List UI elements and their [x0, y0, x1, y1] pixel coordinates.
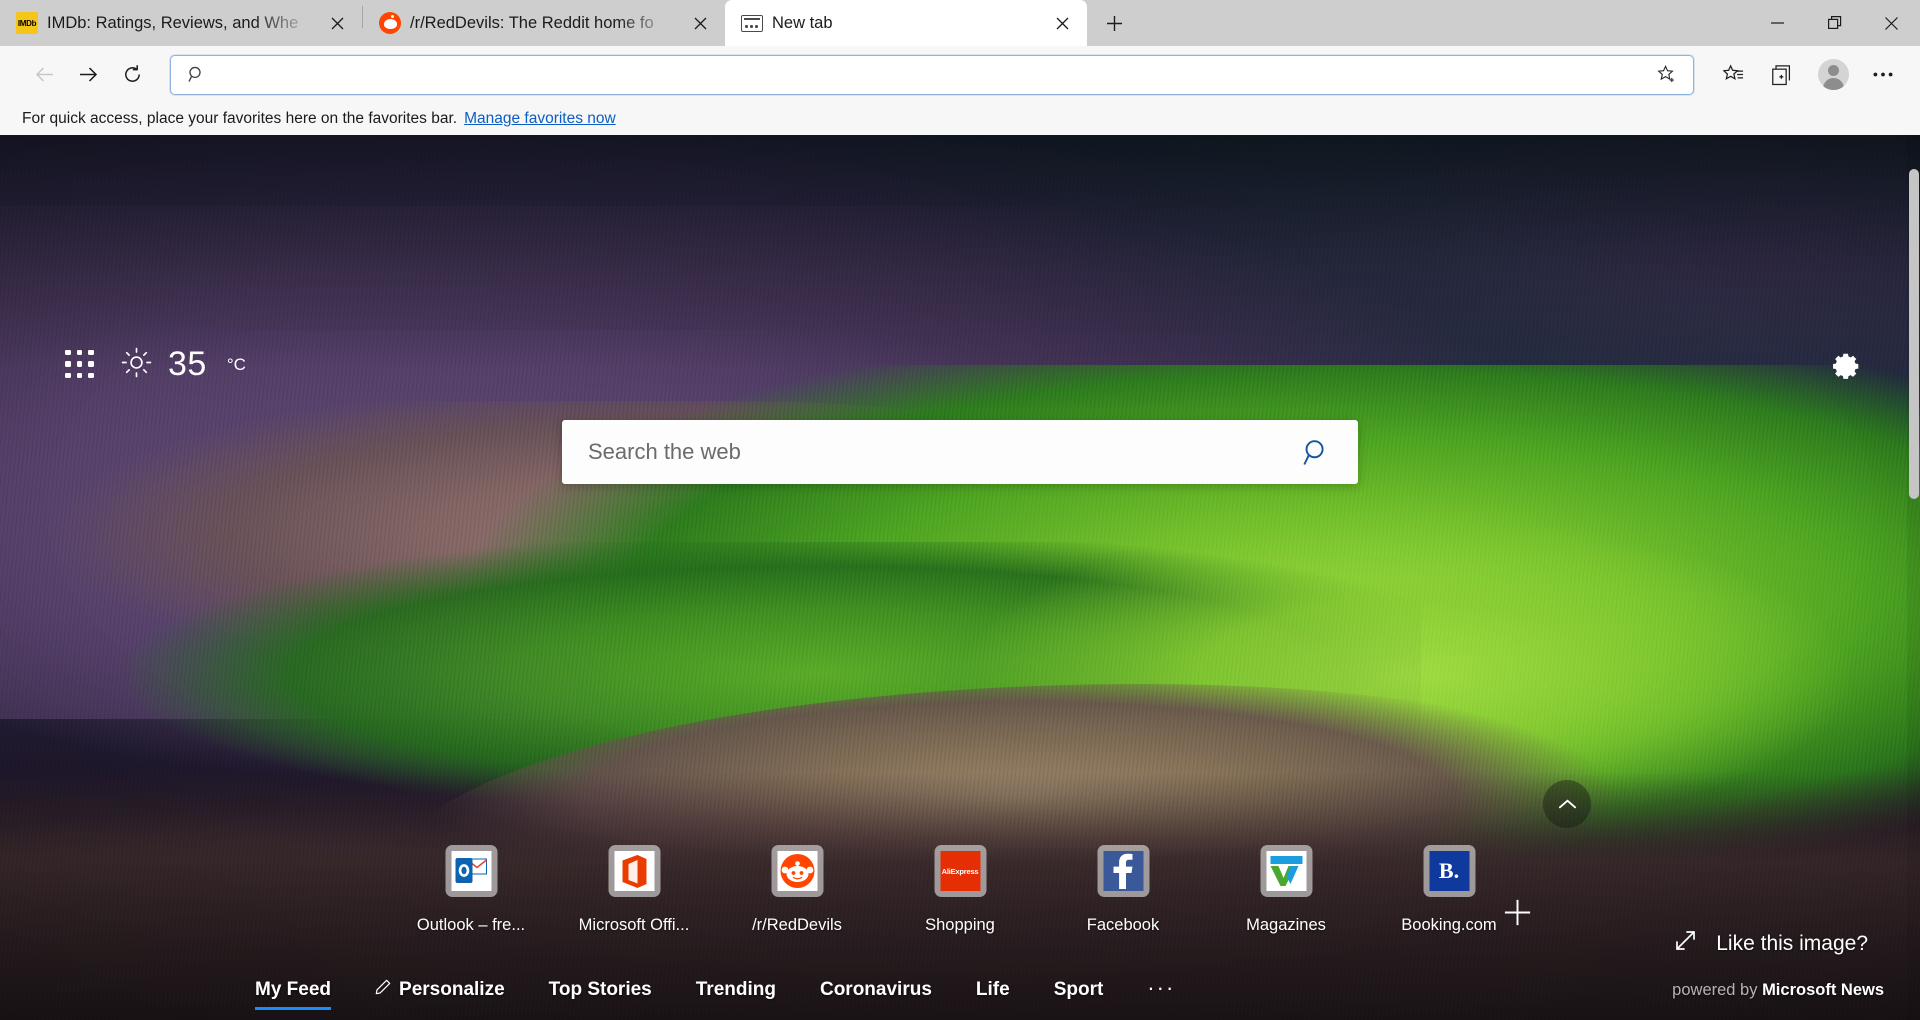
manage-favorites-link[interactable]: Manage favorites now [464, 110, 616, 128]
address-bar[interactable] [170, 54, 1694, 95]
search-icon[interactable] [1294, 430, 1338, 474]
news-tab-label: Top Stories [548, 978, 652, 1000]
web-search-input[interactable] [588, 439, 1294, 465]
favorites-bar: For quick access, place your favorites h… [0, 103, 1920, 135]
news-tab-label: Personalize [399, 978, 505, 1000]
settings-and-more-icon[interactable] [1860, 52, 1906, 98]
add-tile-button[interactable] [1495, 890, 1539, 934]
news-tab-sport[interactable]: Sport [1054, 979, 1104, 1010]
news-tab-label: Trending [695, 978, 776, 1000]
weather-unit: °C [226, 354, 246, 374]
address-bar-container [170, 54, 1694, 95]
news-tab-my-feed[interactable]: My Feed [255, 978, 332, 1010]
news-tab-life[interactable]: Life [976, 979, 1010, 1010]
tile-label: Booking.com [1401, 916, 1497, 934]
tile-facebook[interactable]: Facebook [1042, 845, 1205, 935]
sun-icon [121, 347, 152, 383]
tab-reddevils[interactable]: /r/RedDevils: The Reddit home fo [363, 0, 725, 46]
collections-icon[interactable] [1760, 52, 1806, 98]
ntp-top-left: 35 °C [65, 345, 246, 384]
new-tab-button[interactable] [1095, 4, 1133, 42]
imdb-icon: IMDb [16, 12, 38, 34]
shortcut-tiles: Outlook – fre... Microsoft Offi... /r/Re… [390, 845, 1531, 935]
app-launcher-icon[interactable] [65, 349, 95, 380]
tile-microsoft-office[interactable]: Microsoft Offi... [553, 845, 716, 935]
news-nav-items: My Feed Personalize Top Stories Trending… [255, 975, 1175, 1010]
new-tab-page: 35 °C Search the web Outlook – fre... Mi… [0, 135, 1920, 1020]
web-search-box[interactable] [562, 420, 1358, 484]
powered-by-label: powered by Microsoft News [1672, 981, 1884, 1004]
news-tab-trending[interactable]: Trending [696, 979, 776, 1010]
news-more-icon[interactable]: ··· [1147, 975, 1175, 1010]
outlook-icon [445, 845, 497, 897]
tile-label: Facebook [1086, 916, 1160, 934]
page-scrollbar[interactable] [1907, 135, 1920, 1020]
news-navigation-bar: My Feed Personalize Top Stories Trending… [0, 964, 1920, 1020]
news-tab-label: My Feed [255, 978, 332, 1000]
pencil-icon [375, 979, 391, 1001]
tab-new-tab[interactable]: New tab [725, 0, 1087, 46]
favorites-bar-message: For quick access, place your favorites h… [22, 110, 458, 127]
tab-title: IMDb: Ratings, Reviews, and Whe [47, 13, 299, 32]
minimize-icon[interactable] [1749, 0, 1806, 46]
refresh-button[interactable] [110, 53, 154, 97]
avatar [1817, 59, 1849, 90]
scrollbar-thumb[interactable] [1908, 169, 1919, 499]
browser-toolbar [0, 46, 1920, 103]
reddit-icon [379, 12, 401, 34]
tile-shopping[interactable]: AliExpress Shopping [879, 845, 1042, 935]
close-icon[interactable] [1047, 8, 1077, 38]
like-this-image-button[interactable]: Like this image? [1673, 929, 1868, 958]
favorites-icon[interactable] [1710, 52, 1756, 98]
search-icon [185, 66, 207, 83]
tile-outlook[interactable]: Outlook – fre... [390, 845, 553, 935]
profile-icon[interactable] [1810, 52, 1856, 98]
add-favorite-icon[interactable] [1649, 58, 1683, 92]
like-this-image-label: Like this image? [1716, 931, 1868, 955]
page-settings-icon[interactable] [1826, 347, 1864, 385]
forward-button[interactable] [66, 53, 110, 97]
scroll-up-button[interactable] [1543, 780, 1591, 828]
tab-title: New tab [772, 13, 833, 32]
newtab-icon [741, 14, 763, 32]
news-tab-coronavirus[interactable]: Coronavirus [820, 979, 932, 1010]
weather-widget[interactable]: 35 °C [121, 345, 246, 384]
close-icon[interactable] [1863, 0, 1920, 46]
tile-label: Magazines [1246, 916, 1326, 934]
weather-temperature: 35 [168, 345, 207, 383]
news-tab-label: Sport [1053, 978, 1104, 1000]
office-icon [608, 845, 660, 897]
booking-icon: B. [1423, 845, 1475, 897]
tile-label: Shopping [925, 916, 995, 934]
expand-diagonal-icon [1673, 929, 1697, 958]
news-tab-top-stories[interactable]: Top Stories [549, 979, 652, 1010]
tile-label: Outlook – fre... [416, 916, 526, 934]
tab-title: /r/RedDevils: The Reddit home fo [410, 13, 654, 32]
facebook-icon [1097, 845, 1149, 897]
tile-label: Microsoft Offi... [578, 916, 690, 934]
address-input[interactable] [207, 65, 1649, 84]
powered-brand: Microsoft News [1762, 980, 1884, 999]
news-tab-label: Coronavirus [819, 978, 932, 1000]
tile-reddevils[interactable]: /r/RedDevils [716, 845, 879, 935]
news-tab-personalize[interactable]: Personalize [375, 979, 505, 1010]
new-tab-content: 35 °C Search the web Outlook – fre... Mi… [0, 135, 1920, 1020]
tile-magazines[interactable]: Magazines [1205, 845, 1368, 935]
powered-prefix: powered by [1672, 980, 1763, 999]
close-icon[interactable] [685, 8, 715, 38]
tab-imdb[interactable]: IMDb IMDb: Ratings, Reviews, and Whe [0, 0, 362, 46]
reddit-icon [771, 845, 823, 897]
tile-label: /r/RedDevils [752, 916, 842, 934]
tab-list: IMDb IMDb: Ratings, Reviews, and Whe /r/… [0, 0, 1133, 46]
window-controls [1749, 0, 1920, 46]
back-button[interactable] [22, 53, 66, 97]
restore-icon[interactable] [1806, 0, 1863, 46]
edge-browser-window: IMDb IMDb: Ratings, Reviews, and Whe /r/… [0, 0, 1920, 1020]
aliexpress-icon: AliExpress [934, 845, 986, 897]
tab-strip: IMDb IMDb: Ratings, Reviews, and Whe /r/… [0, 0, 1920, 46]
magazines-icon [1260, 845, 1312, 897]
news-tab-label: Life [975, 978, 1010, 1000]
close-icon[interactable] [322, 8, 352, 38]
